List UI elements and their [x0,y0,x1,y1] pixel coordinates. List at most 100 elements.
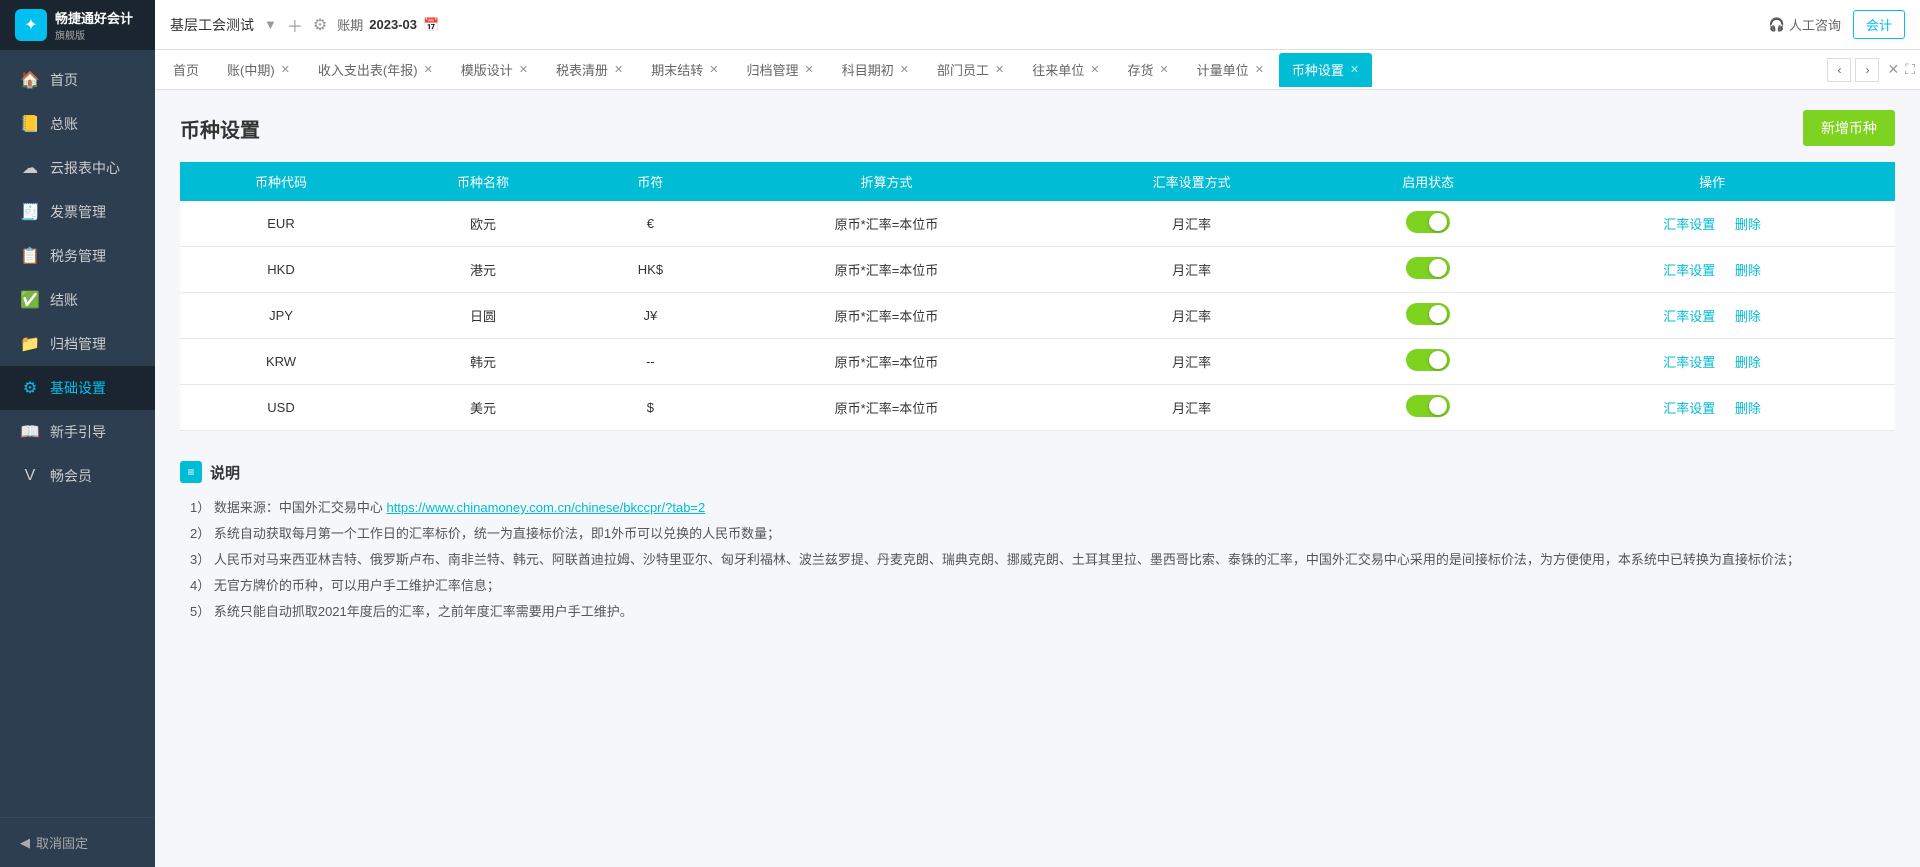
logo-area: ✦ 畅捷通好会计 旗舰版 [0,0,155,50]
currency-code: KRW [180,339,382,385]
expand-btn[interactable]: ⛶ [1905,61,1915,78]
toggle-thumb [1429,213,1447,231]
calc-method: 原币*汇率=本位币 [717,293,1056,339]
sidebar-item-archivemgr[interactable]: 📁归档管理 [0,322,155,366]
toggle-track [1406,211,1450,233]
tab-prev-btn[interactable]: ‹ [1827,58,1851,82]
tab-close-template[interactable]: ✕ [519,63,528,76]
tab-close-unit[interactable]: ✕ [1255,63,1264,76]
tab-close-balance[interactable]: ✕ [281,63,290,76]
tab-period[interactable]: 期末结转 ✕ [638,53,731,87]
tab-close-income[interactable]: ✕ [424,63,433,76]
tab-balance[interactable]: 账(中期) ✕ [214,53,303,87]
tab-label-dept: 部门员工 [937,60,989,79]
topbar-right: 🎧 人工咨询 会计 [1769,10,1905,39]
enabled-status [1327,339,1529,385]
tab-stock[interactable]: 存货 ✕ [1114,53,1181,87]
rate-settings-link[interactable]: 汇率设置 [1663,355,1715,370]
tab-archive[interactable]: 归档管理✕ [734,53,827,87]
note-text: 1） 数据来源：中国外汇交易中心 [190,500,386,515]
company-dropdown[interactable]: ▼ [264,17,277,32]
tab-unit[interactable]: 计量单位✕ [1184,53,1277,87]
pin-icon: ◀ [20,835,30,851]
enabled-toggle[interactable] [1406,303,1450,325]
rate-settings-link[interactable]: 汇率设置 [1663,401,1715,416]
table-header: 币符 [584,162,717,201]
enabled-toggle[interactable] [1406,211,1450,233]
nav-icon-ledger: 📒 [20,114,40,134]
enabled-toggle[interactable] [1406,349,1450,371]
pin-toggle[interactable]: ◀ 取消固定 [0,817,155,867]
tab-template[interactable]: 模版设计✕ [448,53,541,87]
tab-currency[interactable]: 币种设置✕ [1279,53,1372,87]
sidebar-item-settings[interactable]: ⚙基础设置 [0,366,155,410]
sidebar-item-member[interactable]: V畅会员 [0,454,155,498]
tab-close-subject[interactable]: ✕ [900,63,909,76]
note-icon: ≡ [180,461,202,483]
currency-symbol: HK$ [584,247,717,293]
add-workspace-btn[interactable]: ＋ [287,13,303,37]
delete-link[interactable]: 删除 [1735,401,1761,416]
delete-link[interactable]: 删除 [1735,355,1761,370]
rate-settings-link[interactable]: 汇率设置 [1663,263,1715,278]
delete-link[interactable]: 删除 [1735,217,1761,232]
delete-link[interactable]: 删除 [1735,263,1761,278]
tabbar: 首页账(中期)✕收入支出表(年报)✕模版设计✕税表清册✕期末结转✕归档管理✕科目… [155,50,1920,90]
tab-partner[interactable]: 往来单位✕ [1019,53,1112,87]
new-currency-btn[interactable]: 新增币种 [1803,110,1895,146]
headset-icon: 🎧 [1769,17,1785,33]
sidebar-item-report[interactable]: ☁云报表中心 [0,146,155,190]
tab-subject[interactable]: 科目期初✕ [829,53,922,87]
nav-icon-home: 🏠 [20,70,40,90]
help-label: 人工咨询 [1789,15,1841,34]
currency-name: 韩元 [382,339,584,385]
sidebar-item-close[interactable]: ✅结账 [0,278,155,322]
page-title-bar: 币种设置 新增币种 [180,110,1895,146]
period-calendar-icon[interactable]: 📅 [423,17,439,33]
note-item: 3） 人民币对马来西亚林吉特、俄罗斯卢布、南非兰特、韩元、阿联酋迪拉姆、沙特里亚… [190,547,1895,573]
workspace-settings-btn[interactable]: ⚙ [313,15,327,35]
nav-label-ledger: 总账 [50,114,78,134]
tab-close-dept[interactable]: ✕ [995,63,1004,76]
period-value: 2023-03 [369,17,417,32]
table-header: 汇率设置方式 [1056,162,1327,201]
enabled-toggle[interactable] [1406,257,1450,279]
tab-close-archive[interactable]: ✕ [805,63,814,76]
nav-label-tax: 税务管理 [50,246,106,266]
tab-close-currency[interactable]: ✕ [1350,63,1359,76]
toggle-track [1406,349,1450,371]
tab-dept[interactable]: 部门员工 ✕ [924,53,1017,87]
tab-income[interactable]: 收入支出表(年报)✕ [305,53,446,87]
rate-settings-link[interactable]: 汇率设置 [1663,217,1715,232]
enabled-toggle[interactable] [1406,395,1450,417]
logo-icon: ✦ [15,9,47,41]
account-button[interactable]: 会计 [1853,10,1905,39]
tab-close-partner[interactable]: ✕ [1090,63,1099,76]
sidebar-item-ledger[interactable]: 📒 总账 [0,102,155,146]
tab-close-period[interactable]: ✕ [709,63,718,76]
note-link[interactable]: https://www.chinamoney.com.cn/chinese/bk… [386,500,705,515]
close-all-tabs-btn[interactable]: ✕ [1887,61,1899,78]
tab-close-tax[interactable]: ✕ [614,63,623,76]
help-button[interactable]: 🎧 人工咨询 [1769,15,1841,34]
tab-label-balance: 账(中期) [227,60,275,79]
nav-label-settings: 基础设置 [50,378,106,398]
rate-type: 月汇率 [1056,339,1327,385]
tab-tax[interactable]: 税表清册✕ [543,53,636,87]
sidebar-item-newguide[interactable]: 📖新手引导 [0,410,155,454]
tab-label-period: 期末结转 [651,60,703,79]
tab-close-stock[interactable]: ✕ [1159,63,1168,76]
sidebar-item-tax[interactable]: 📋税务管理 [0,234,155,278]
delete-link[interactable]: 删除 [1735,309,1761,324]
tab-next-btn[interactable]: › [1855,58,1879,82]
tab-label-home: 首页 [173,60,199,79]
tab-home[interactable]: 首页 [160,53,212,87]
enabled-status [1327,385,1529,431]
currency-code: JPY [180,293,382,339]
table-header: 币种代码 [180,162,382,201]
sidebar-item-home[interactable]: 🏠首页 [0,58,155,102]
sidebar-item-invoice[interactable]: 🧾发票管理 [0,190,155,234]
rate-settings-link[interactable]: 汇率设置 [1663,309,1715,324]
enabled-status [1327,247,1529,293]
tab-label-stock: 存货 [1127,60,1153,79]
